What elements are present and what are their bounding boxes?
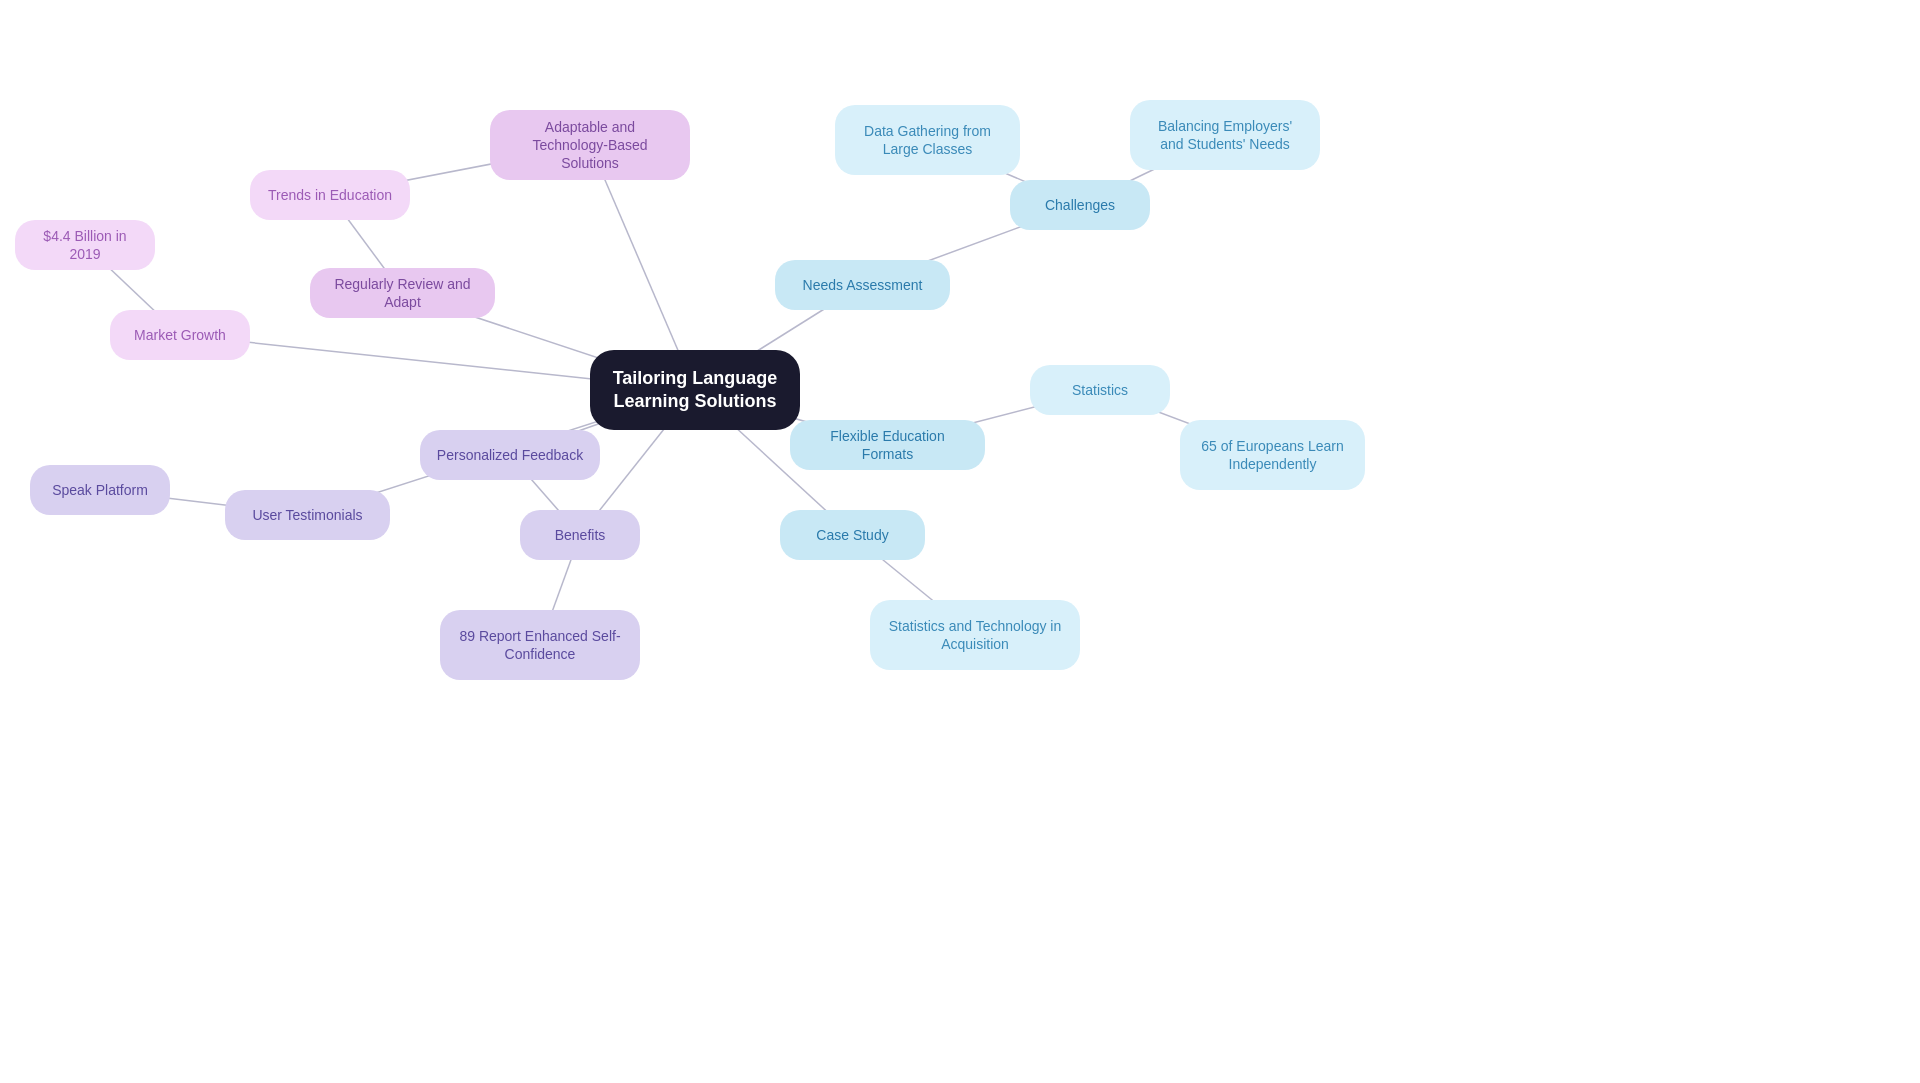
node-market-growth[interactable]: Market Growth xyxy=(110,310,250,360)
node-needs-assessment[interactable]: Needs Assessment xyxy=(775,260,950,310)
node-balancing[interactable]: Balancing Employers' and Students' Needs xyxy=(1130,100,1320,170)
node-speak-platform[interactable]: Speak Platform xyxy=(30,465,170,515)
node-billion[interactable]: $4.4 Billion in 2019 xyxy=(15,220,155,270)
node-regularly[interactable]: Regularly Review and Adapt xyxy=(310,268,495,318)
center-label: Tailoring Language Learning Solutions xyxy=(606,367,784,414)
node-personalized[interactable]: Personalized Feedback xyxy=(420,430,600,480)
node-challenges[interactable]: Challenges xyxy=(1010,180,1150,230)
node-case-study[interactable]: Case Study xyxy=(780,510,925,560)
node-benefits[interactable]: Benefits xyxy=(520,510,640,560)
node-stats-tech[interactable]: Statistics and Technology in Acquisition xyxy=(870,600,1080,670)
node-data-gathering[interactable]: Data Gathering from Large Classes xyxy=(835,105,1020,175)
node-flexible[interactable]: Flexible Education Formats xyxy=(790,420,985,470)
node-adaptable[interactable]: Adaptable and Technology-Based Solutions xyxy=(490,110,690,180)
center-node[interactable]: Tailoring Language Learning Solutions xyxy=(590,350,800,430)
node-europeans[interactable]: 65 of Europeans Learn Independently xyxy=(1180,420,1365,490)
node-user-testimonials[interactable]: User Testimonials xyxy=(225,490,390,540)
node-statistics[interactable]: Statistics xyxy=(1030,365,1170,415)
node-trends[interactable]: Trends in Education xyxy=(250,170,410,220)
node-report[interactable]: 89 Report Enhanced Self-Confidence xyxy=(440,610,640,680)
